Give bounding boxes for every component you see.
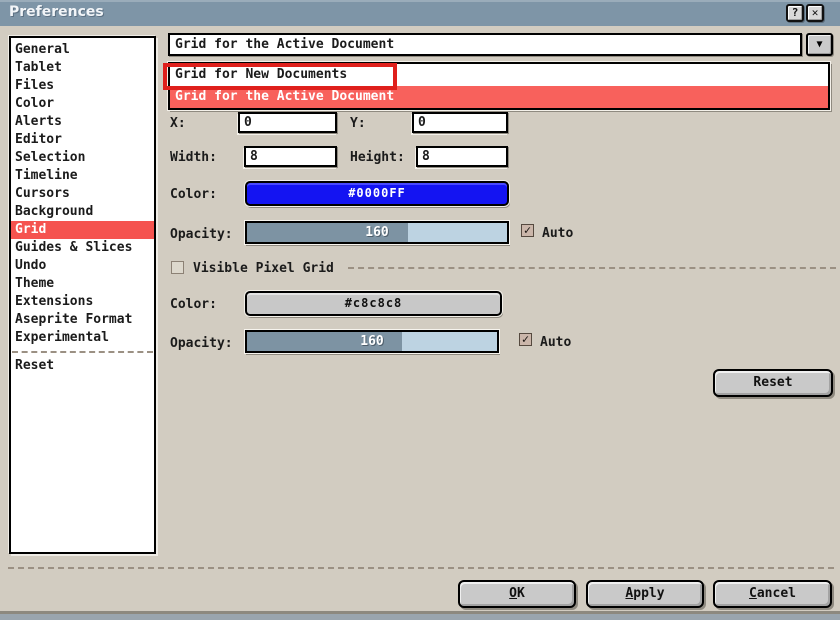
sidebar-item-alerts[interactable]: Alerts [11, 113, 154, 131]
grid-scope-dropdown-list: Grid for New Documents Grid for the Acti… [168, 62, 830, 110]
sidebar-item-background[interactable]: Background [11, 203, 154, 221]
sidebar-item-reset[interactable]: Reset [11, 357, 154, 375]
sidebar-item-extensions[interactable]: Extensions [11, 293, 154, 311]
sidebar-item-cursors[interactable]: Cursors [11, 185, 154, 203]
height-label: Height: [350, 150, 405, 165]
sidebar-item-tablet[interactable]: Tablet [11, 59, 154, 77]
grid-opacity-auto-checkbox[interactable]: ✓ [521, 224, 534, 237]
width-label: Width: [170, 150, 217, 165]
grid-opacity-label: Opacity: [170, 227, 233, 242]
sidebar-item-theme[interactable]: Theme [11, 275, 154, 293]
close-button[interactable]: ✕ [806, 4, 824, 22]
grid-opacity-value: 160 [365, 225, 389, 240]
pixel-grid-opacity-auto-label: Auto [540, 335, 572, 350]
dropdown-option-new-documents[interactable]: Grid for New Documents [170, 64, 828, 86]
pixel-grid-opacity-auto-checkbox[interactable]: ✓ [519, 333, 532, 346]
sidebar-item-guides-slices[interactable]: Guides & Slices [11, 239, 154, 257]
pixel-grid-opacity-slider[interactable]: 160 [245, 330, 499, 353]
close-icon: ✕ [811, 6, 819, 19]
cancel-button[interactable]: Cancel [713, 580, 832, 608]
visible-pixel-grid-label: Visible Pixel Grid [193, 261, 334, 276]
section-divider [348, 267, 836, 269]
titlebar: Preferences ? ✕ [0, 0, 840, 26]
grid-scope-combobox[interactable]: Grid for the Active Document [168, 33, 802, 56]
y-label: Y: [350, 116, 366, 131]
pixel-grid-color-label: Color: [170, 297, 217, 312]
sidebar-item-grid[interactable]: Grid [11, 221, 154, 239]
grid-color-label: Color: [170, 187, 217, 202]
grid-opacity-slider[interactable]: 160 [245, 221, 509, 244]
height-input[interactable]: 8 [416, 146, 508, 167]
reset-button[interactable]: Reset [713, 369, 833, 397]
sidebar-item-timeline[interactable]: Timeline [11, 167, 154, 185]
grid-opacity-auto-label: Auto [542, 226, 574, 241]
combobox-dropdown-button[interactable]: ▼ [806, 33, 833, 56]
sidebar-item-selection[interactable]: Selection [11, 149, 154, 167]
footer-divider [8, 567, 834, 569]
chevron-down-icon: ▼ [816, 39, 823, 50]
sidebar-item-experimental[interactable]: Experimental [11, 329, 154, 347]
help-icon: ? [791, 6, 799, 19]
sidebar-item-editor[interactable]: Editor [11, 131, 154, 149]
ok-button[interactable]: OK [458, 580, 576, 608]
sidebar-item-undo[interactable]: Undo [11, 257, 154, 275]
y-input[interactable]: 0 [412, 112, 508, 133]
sidebar-item-color[interactable]: Color [11, 95, 154, 113]
check-icon: ✓ [521, 332, 530, 346]
sidebar-item-files[interactable]: Files [11, 77, 154, 95]
sidebar-item-aseprite-format[interactable]: Aseprite Format [11, 311, 154, 329]
x-label: X: [170, 116, 186, 131]
visible-pixel-grid-checkbox[interactable] [171, 261, 184, 274]
sidebar-section-list: General Tablet Files Color Alerts Editor… [9, 36, 156, 554]
pixel-grid-color-button[interactable]: #c8c8c8 [245, 291, 502, 316]
window-title: Preferences [9, 4, 104, 20]
sidebar-separator [12, 347, 153, 353]
help-button[interactable]: ? [786, 4, 804, 22]
width-input[interactable]: 8 [244, 146, 337, 167]
sidebar-item-general[interactable]: General [11, 41, 154, 59]
preferences-dialog: Preferences ? ✕ General Tablet Files Col… [0, 0, 840, 620]
x-input[interactable]: 0 [238, 112, 337, 133]
window-frame-bottom [0, 614, 840, 620]
pixel-grid-opacity-value: 160 [360, 334, 384, 349]
grid-color-button[interactable]: #0000FF [245, 181, 509, 206]
apply-button[interactable]: Apply [586, 580, 704, 608]
pixel-grid-opacity-label: Opacity: [170, 336, 233, 351]
dropdown-option-active-document[interactable]: Grid for the Active Document [170, 86, 828, 108]
check-icon: ✓ [523, 223, 532, 237]
